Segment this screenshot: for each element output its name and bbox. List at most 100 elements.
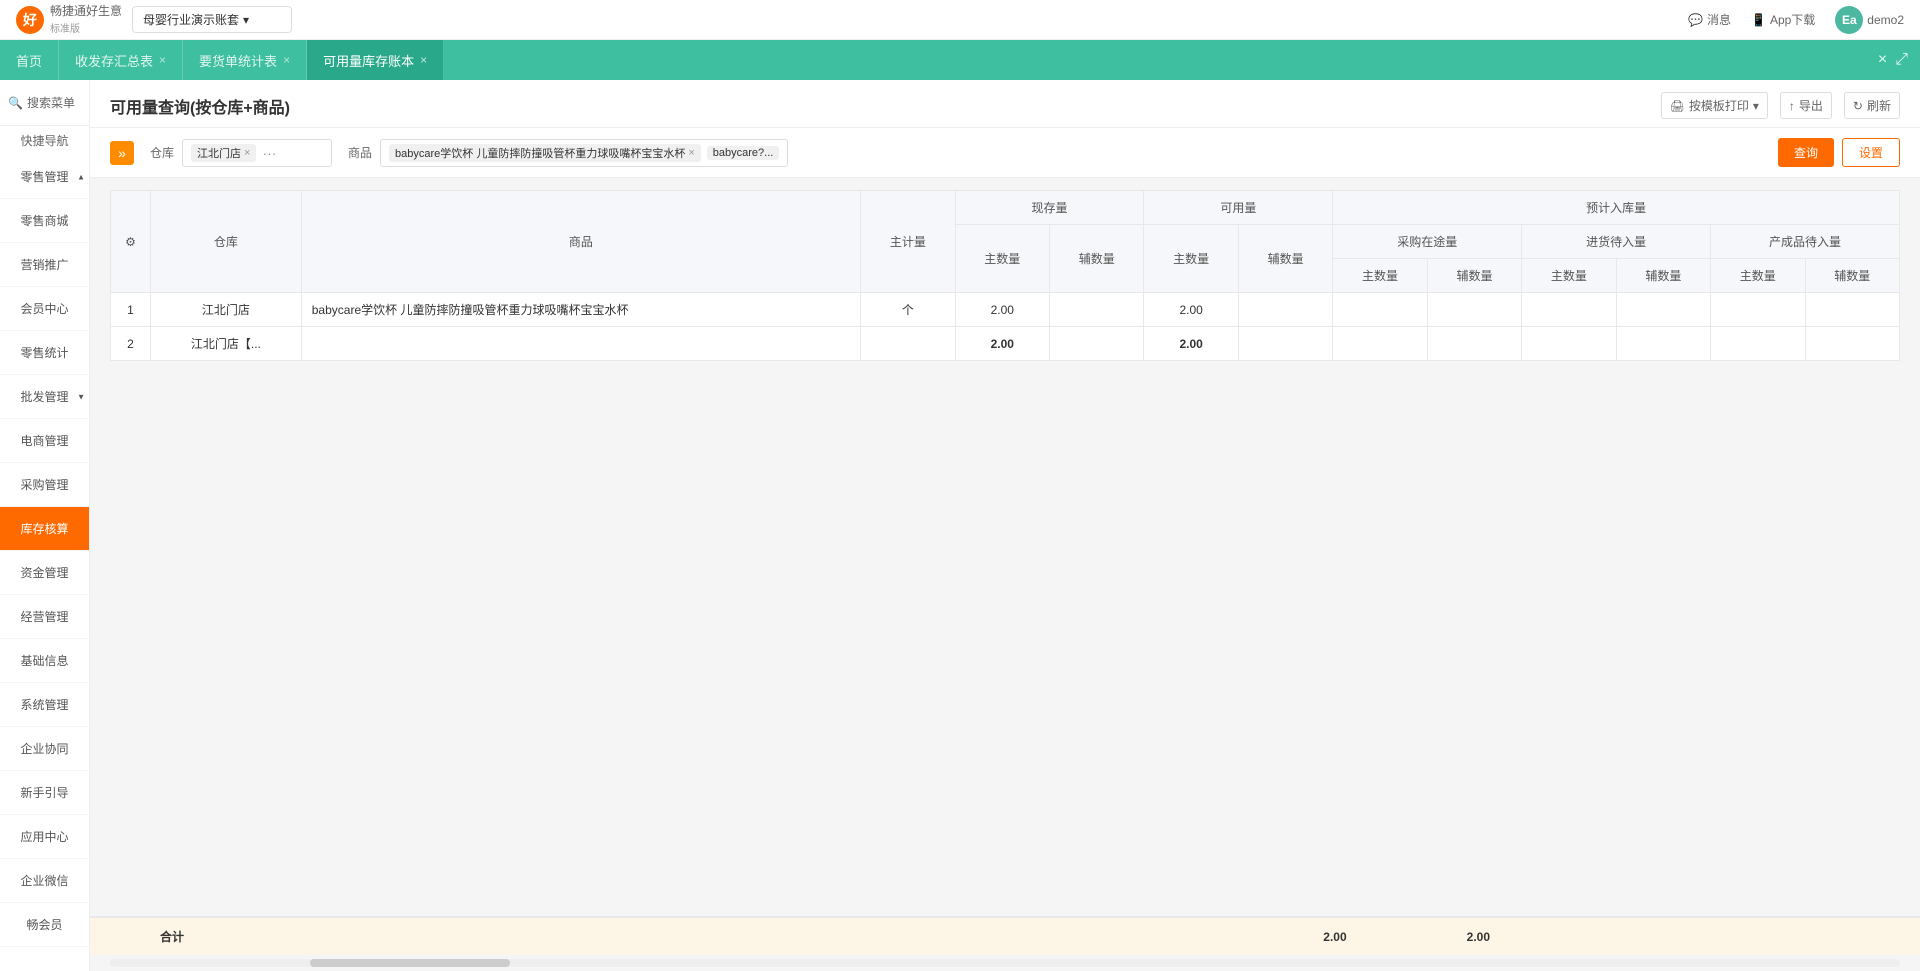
row2-warehouse: 江北门店【...	[151, 327, 302, 361]
settings-col-header[interactable]: ⚙	[111, 191, 151, 293]
sidebar-item-label: 企业协同	[20, 740, 68, 757]
table-scroll-thumb[interactable]	[310, 959, 510, 967]
export-label: 导出	[1799, 97, 1823, 114]
sidebar-item-newbie[interactable]: 新手引导	[0, 771, 89, 815]
refresh-label: 刷新	[1867, 97, 1891, 114]
tab-collect[interactable]: 收发存汇总表 ×	[59, 40, 183, 80]
available-col-header: 可用量	[1144, 191, 1333, 225]
tab-collect-close[interactable]: ×	[159, 53, 166, 67]
row2-index: 2	[111, 327, 151, 361]
export-icon: ↑	[1789, 99, 1795, 113]
sidebar-item-basic[interactable]: 基础信息	[0, 639, 89, 683]
row1-prod-aux	[1805, 293, 1900, 327]
sidebar-item-corp-wechat[interactable]: 企业微信	[0, 859, 89, 903]
sidebar-item-label: 资金管理	[20, 564, 68, 581]
purchase-transit-header: 采购在途量	[1333, 225, 1522, 259]
product-filter-input[interactable]: babycare学饮杯 儿童防摔防撞吸管杯重力球吸嘴杯宝宝水杯 × babyca…	[380, 139, 788, 167]
sidebar-item-label: 零售统计	[20, 344, 68, 361]
chevron-down-icon: ▾	[243, 13, 249, 27]
warehouse-tag-text: 江北门店	[197, 145, 241, 161]
avail-main-header: 主数量	[1144, 225, 1238, 293]
product-tag1: babycare学饮杯 儿童防摔防撞吸管杯重力球吸嘴杯宝宝水杯 ×	[389, 144, 701, 162]
production-header: 产成品待入量	[1711, 225, 1900, 259]
table-scrollbar[interactable]	[110, 959, 1900, 967]
warehouse-tag: 江北门店 ×	[191, 144, 256, 162]
print-label: 按模板打印	[1689, 97, 1749, 114]
refresh-btn[interactable]: ↻ 刷新	[1844, 92, 1900, 119]
avatar: Ea	[1835, 6, 1863, 34]
download-label: App下载	[1770, 11, 1815, 28]
sidebar-item-label: 新手引导	[20, 784, 68, 801]
sidebar-quick-nav[interactable]: 快捷导航	[0, 126, 89, 155]
sidebar-item-finance[interactable]: 资金管理	[0, 551, 89, 595]
avail-aux-header: 辅数量	[1238, 225, 1332, 293]
tab-order-stat[interactable]: 要货单统计表 ×	[183, 40, 307, 80]
expand-tab-btn[interactable]: ⤢	[1895, 51, 1908, 69]
sidebar-item-label: 会员中心	[20, 300, 68, 317]
row1-product: babycare学饮杯 儿童防摔防撞吸管杯重力球吸嘴杯宝宝水杯	[301, 293, 860, 327]
sidebar-item-label: 零售管理	[20, 168, 68, 185]
sidebar-item-member[interactable]: 会员中心	[0, 287, 89, 331]
footer-stock-main: 2.00	[1313, 930, 1356, 944]
sidebar-item-system[interactable]: 系统管理	[0, 683, 89, 727]
tab-collect-label: 收发存汇总表	[75, 51, 153, 70]
sidebar-item-corp[interactable]: 企业协同	[0, 727, 89, 771]
filter-actions: 查询 设置	[1778, 138, 1900, 167]
tab-available-label: 可用量库存账本	[323, 51, 414, 70]
row1-stock-aux	[1050, 293, 1144, 327]
user-area[interactable]: Ea demo2	[1835, 6, 1904, 34]
sidebar-item-app-center[interactable]: 应用中心	[0, 815, 89, 859]
table-footer: 合计 2.00 2.00	[90, 916, 1920, 955]
sidebar-item-operation[interactable]: 经营管理	[0, 595, 89, 639]
setting-btn[interactable]: 设置	[1842, 138, 1900, 167]
filter-toggle-btn[interactable]: »	[110, 141, 134, 165]
message-btn[interactable]: 💬 消息	[1688, 11, 1731, 28]
sidebar-item-marketing[interactable]: 营销推广	[0, 243, 89, 287]
sidebar-item-inventory[interactable]: 库存核算	[0, 507, 89, 551]
industry-selector[interactable]: 母婴行业演示账套 ▾	[132, 6, 292, 33]
row1-purchase-aux	[1427, 293, 1521, 327]
tab-order-stat-label: 要货单统计表	[199, 51, 277, 70]
filter-dots: ···	[262, 145, 276, 161]
warehouse-filter-group: 仓库 江北门店 × ···	[150, 139, 332, 167]
warehouse-tag-close[interactable]: ×	[244, 147, 250, 159]
tab-home[interactable]: 首页	[0, 40, 59, 80]
sidebar-item-label: 电商管理	[20, 432, 68, 449]
row1-incoming-main	[1522, 293, 1616, 327]
logo-icon: 好	[16, 6, 44, 34]
sidebar-item-retail-stat[interactable]: 零售统计	[0, 331, 89, 375]
logo-text-area: 畅捷通好生意 标准版	[50, 4, 122, 35]
query-btn[interactable]: 查询	[1778, 138, 1834, 167]
incoming-main-header: 主数量	[1522, 259, 1616, 293]
username: demo2	[1867, 13, 1904, 27]
search-icon: 🔍	[8, 96, 23, 110]
row2-avail-aux	[1238, 327, 1332, 361]
page-actions: 🖨 按模板打印 ▾ ↑ 导出 ↻ 刷新	[1661, 92, 1900, 119]
row2-incoming-main	[1522, 327, 1616, 361]
top-bar-left: 好 畅捷通好生意 标准版 母婴行业演示账套 ▾	[16, 4, 292, 35]
print-btn[interactable]: 🖨 按模板打印 ▾	[1661, 92, 1768, 119]
close-tab-btn[interactable]: ×	[1878, 51, 1887, 69]
row2-unit	[861, 327, 955, 361]
sidebar-item-retail-mall[interactable]: 零售商城	[0, 199, 89, 243]
search-menu-btn[interactable]: 🔍 搜索菜单	[0, 88, 89, 117]
tab-available[interactable]: 可用量库存账本 ×	[307, 40, 444, 80]
sidebar-item-pro-member[interactable]: 畅会员	[0, 903, 89, 947]
sidebar-item-wholesale[interactable]: 批发管理	[0, 375, 89, 419]
message-icon: 💬	[1688, 13, 1703, 27]
sidebar-item-purchase[interactable]: 采购管理	[0, 463, 89, 507]
download-btn[interactable]: 📱 App下载	[1751, 11, 1815, 28]
tab-available-close[interactable]: ×	[420, 53, 427, 67]
row1-prod-main	[1711, 293, 1805, 327]
tab-order-stat-close[interactable]: ×	[283, 53, 290, 67]
sidebar-item-label: 基础信息	[20, 652, 68, 669]
footer-label: 合计	[110, 928, 194, 945]
forecast-col-header: 预计入库量	[1333, 191, 1900, 225]
sidebar-item-retail-mgmt[interactable]: 零售管理	[0, 155, 89, 199]
warehouse-filter-input[interactable]: 江北门店 × ···	[182, 139, 332, 167]
sidebar-item-ecommerce[interactable]: 电商管理	[0, 419, 89, 463]
export-btn[interactable]: ↑ 导出	[1780, 92, 1832, 119]
refresh-icon: ↻	[1853, 99, 1863, 113]
product-filter-group: 商品 babycare学饮杯 儿童防摔防撞吸管杯重力球吸嘴杯宝宝水杯 × bab…	[348, 139, 788, 167]
product-tag1-close[interactable]: ×	[688, 147, 694, 159]
